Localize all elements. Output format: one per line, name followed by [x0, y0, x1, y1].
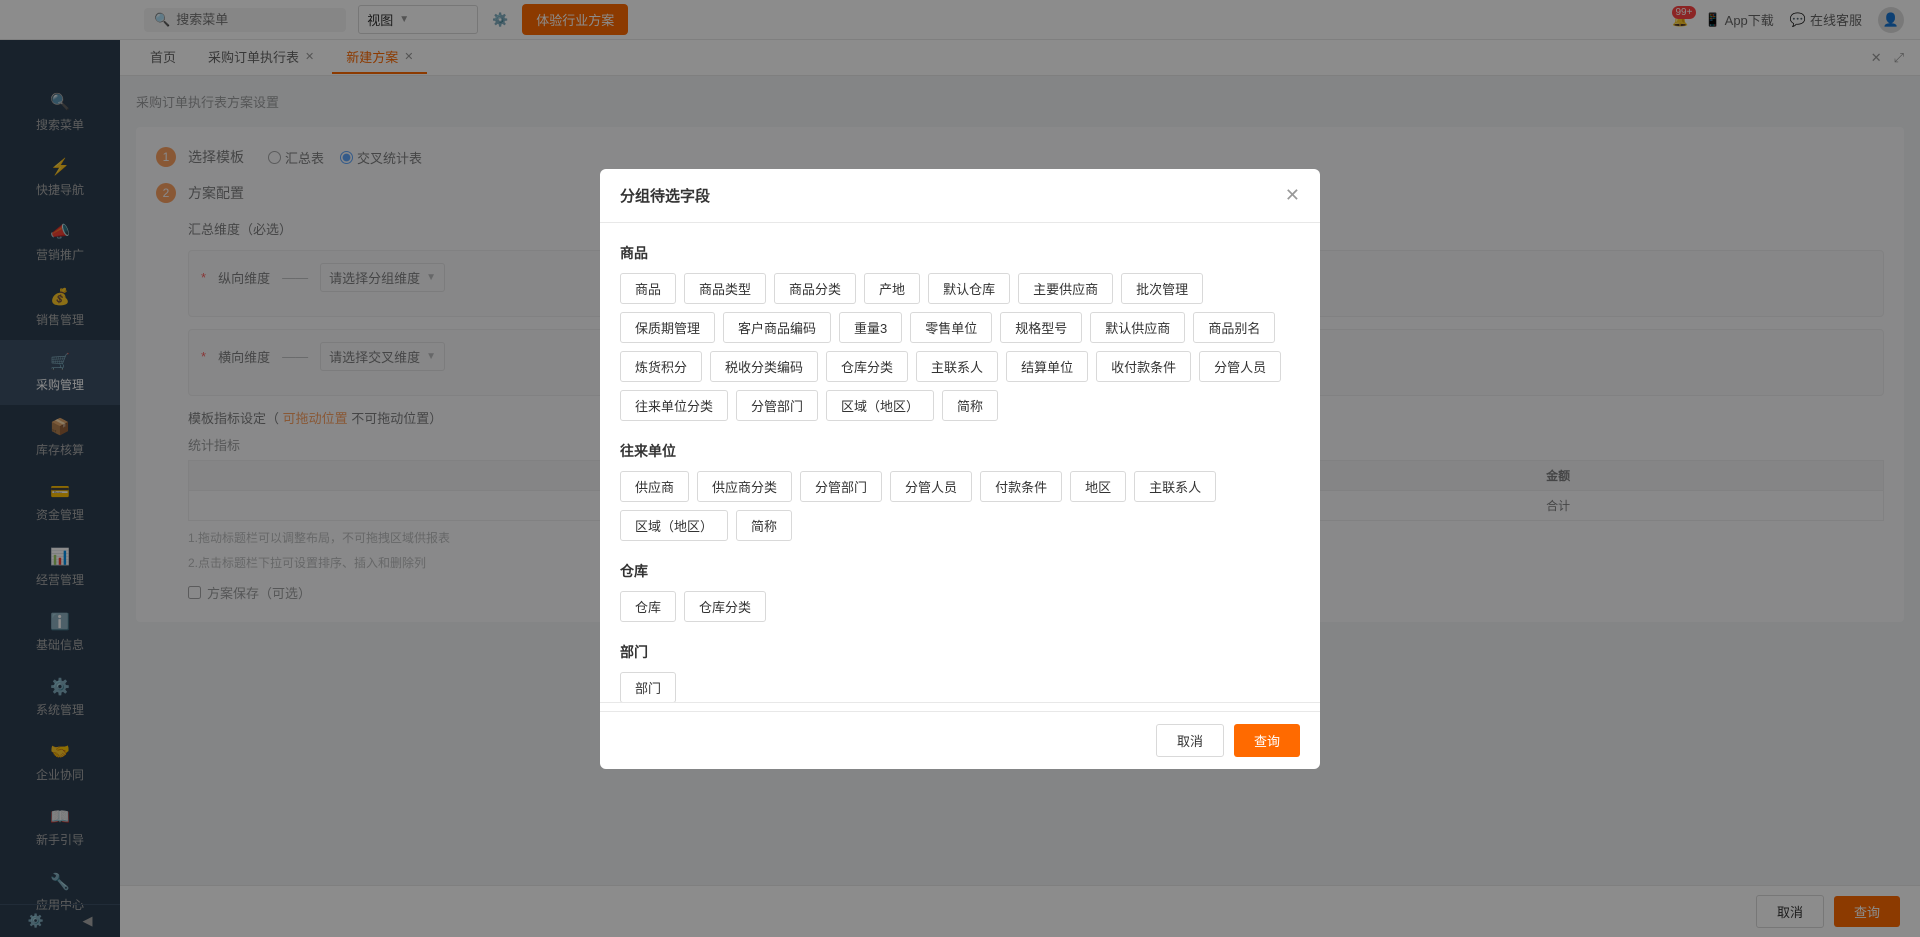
field-tag[interactable]: 结算单位 — [1006, 351, 1088, 382]
field-tag[interactable]: 商品别名 — [1193, 312, 1275, 343]
field-group-仓库: 仓库仓库仓库分类 — [620, 561, 1300, 622]
field-tag[interactable]: 仓库分类 — [684, 591, 766, 622]
modal-body[interactable]: 商品商品商品类型商品分类产地默认仓库主要供应商批次管理保质期管理客户商品编码重量… — [600, 223, 1320, 702]
field-group-title: 商品 — [620, 243, 1300, 263]
field-tag[interactable]: 客户商品编码 — [723, 312, 831, 343]
field-tag[interactable]: 仓库 — [620, 591, 676, 622]
field-tag[interactable]: 零售单位 — [910, 312, 992, 343]
field-group-商品: 商品商品商品类型商品分类产地默认仓库主要供应商批次管理保质期管理客户商品编码重量… — [620, 243, 1300, 421]
field-tag[interactable]: 批次管理 — [1121, 273, 1203, 304]
field-tag[interactable]: 往来单位分类 — [620, 390, 728, 421]
modal-cancel-button[interactable]: 取消 — [1156, 724, 1224, 757]
field-group-title: 部门 — [620, 642, 1300, 662]
modal-close-icon[interactable]: ✕ — [1285, 185, 1300, 206]
field-tags: 供应商供应商分类分管部门分管人员付款条件地区主联系人区域（地区） 简称 — [620, 471, 1300, 541]
field-tag[interactable]: 商品分类 — [774, 273, 856, 304]
field-tag[interactable]: 分管人员 — [1199, 351, 1281, 382]
field-tag[interactable]: 主联系人 — [1134, 471, 1216, 502]
field-tag[interactable]: 分管人员 — [890, 471, 972, 502]
modal-overlay: 分组待选字段 ✕ 商品商品商品类型商品分类产地默认仓库主要供应商批次管理保质期管… — [0, 0, 1920, 937]
field-tag[interactable]: 产地 — [864, 273, 920, 304]
modal-title: 分组待选字段 — [620, 185, 710, 206]
field-tag[interactable]: 部门 — [620, 672, 676, 702]
field-tag[interactable]: 规格型号 — [1000, 312, 1082, 343]
field-tag[interactable]: 付款条件 — [980, 471, 1062, 502]
field-tag[interactable]: 地区 — [1070, 471, 1126, 502]
field-tag[interactable]: 主要供应商 — [1018, 273, 1113, 304]
field-selector-modal: 分组待选字段 ✕ 商品商品商品类型商品分类产地默认仓库主要供应商批次管理保质期管… — [600, 169, 1320, 769]
field-group-往来单位: 往来单位供应商供应商分类分管部门分管人员付款条件地区主联系人区域（地区） 简称 — [620, 441, 1300, 541]
field-tag[interactable]: 简称 — [942, 390, 998, 421]
field-group-title: 往来单位 — [620, 441, 1300, 461]
field-tag[interactable]: 主联系人 — [916, 351, 998, 382]
field-tag[interactable]: 税收分类编码 — [710, 351, 818, 382]
field-tag[interactable]: 默认仓库 — [928, 273, 1010, 304]
field-tag[interactable]: 分管部门 — [800, 471, 882, 502]
field-tag[interactable]: 商品类型 — [684, 273, 766, 304]
field-tag[interactable]: 分管部门 — [736, 390, 818, 421]
field-tag[interactable]: 仓库分类 — [826, 351, 908, 382]
field-tag[interactable]: 炼货积分 — [620, 351, 702, 382]
field-tag[interactable]: 区域（地区） — [620, 510, 728, 541]
field-tags: 部门 — [620, 672, 1300, 702]
modal-footer: 取消 查询 — [600, 711, 1320, 769]
field-tag[interactable]: 保质期管理 — [620, 312, 715, 343]
field-tag[interactable]: 供应商 — [620, 471, 689, 502]
field-tags: 仓库仓库分类 — [620, 591, 1300, 622]
modal-confirm-button[interactable]: 查询 — [1234, 724, 1300, 757]
field-tag[interactable]: 收付款条件 — [1096, 351, 1191, 382]
field-tag[interactable]: 区域（地区） — [826, 390, 934, 421]
field-tag[interactable]: 供应商分类 — [697, 471, 792, 502]
modal-horizontal-scrollbar[interactable] — [600, 702, 1320, 711]
field-group-title: 仓库 — [620, 561, 1300, 581]
field-tag[interactable]: 简称 — [736, 510, 792, 541]
field-tag[interactable]: 默认供应商 — [1090, 312, 1185, 343]
field-group-部门: 部门部门 — [620, 642, 1300, 702]
field-tag[interactable]: 商品 — [620, 273, 676, 304]
field-tag[interactable]: 重量3 — [839, 312, 902, 343]
field-tags: 商品商品类型商品分类产地默认仓库主要供应商批次管理保质期管理客户商品编码重量3 零… — [620, 273, 1300, 421]
modal-header: 分组待选字段 ✕ — [600, 169, 1320, 223]
